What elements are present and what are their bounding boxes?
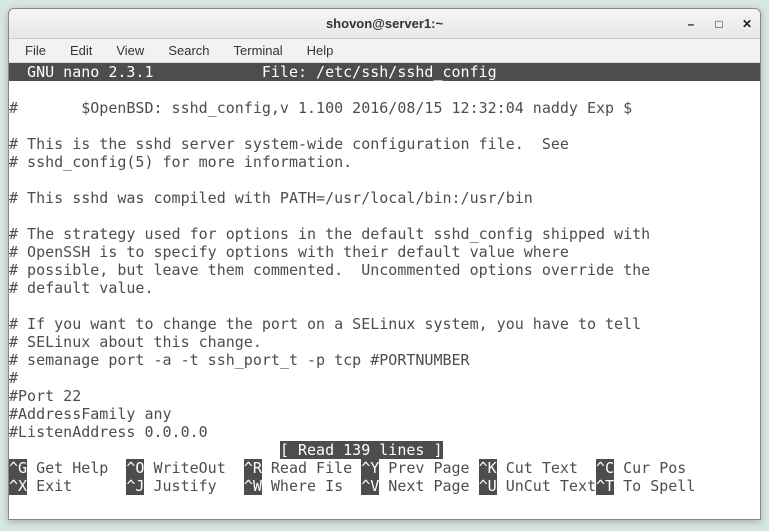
shortcut-label: Cut Text [497,459,596,477]
shortcut-key: ^G [9,459,27,477]
shortcut-label: Get Help [27,459,126,477]
file-content: # $OpenBSD: sshd_config,v 1.100 2016/08/… [9,81,760,441]
shortcut-label: Prev Page [379,459,478,477]
nano-header: GNU nano 2.3.1 File: /etc/ssh/sshd_confi… [9,63,760,81]
shortcut-label: Justify [144,477,243,495]
titlebar[interactable]: shovon@server1:~ – □ ✕ [9,9,760,39]
shortcut-label: WriteOut [144,459,243,477]
close-icon[interactable]: ✕ [740,17,754,31]
shortcut-key: ^O [126,459,144,477]
status-line: [ Read 139 lines ] [9,441,760,459]
shortcut-key: ^T [596,477,614,495]
shortcut-key: ^X [9,477,27,495]
shortcut-key: ^W [244,477,262,495]
terminal-window: shovon@server1:~ – □ ✕ File Edit View Se… [8,8,761,520]
shortcut-label: Cur Pos [614,459,686,477]
shortcut-key: ^C [596,459,614,477]
shortcut-label: To Spell [614,477,695,495]
nano-header-pad [497,63,759,81]
menu-edit[interactable]: Edit [60,41,102,60]
shortcut-key: ^K [479,459,497,477]
menu-terminal[interactable]: Terminal [224,41,293,60]
minimize-icon[interactable]: – [684,17,698,31]
shortcut-row-1: ^G Get Help ^O WriteOut ^R Read File ^Y … [9,459,760,477]
menu-search[interactable]: Search [158,41,219,60]
menubar: File Edit View Search Terminal Help [9,39,760,63]
window-title: shovon@server1:~ [326,16,443,31]
shortcut-key: ^V [361,477,379,495]
shortcut-key: ^Y [361,459,379,477]
shortcut-label: Exit [27,477,126,495]
shortcut-key: ^R [244,459,262,477]
menu-help[interactable]: Help [297,41,344,60]
nano-file-label: File: /etc/ssh/sshd_config [262,63,497,81]
terminal-output[interactable]: GNU nano 2.3.1 File: /etc/ssh/sshd_confi… [9,63,760,519]
menu-file[interactable]: File [15,41,56,60]
status-message: [ Read 139 lines ] [280,441,443,459]
window-controls: – □ ✕ [684,17,754,31]
shortcut-label: Read File [262,459,361,477]
nano-version: GNU nano 2.3.1 [9,63,262,81]
shortcut-label: Where Is [262,477,361,495]
menu-view[interactable]: View [106,41,154,60]
shortcut-row-2: ^X Exit ^J Justify ^W Where Is ^V Next P… [9,477,760,495]
shortcut-key: ^U [479,477,497,495]
shortcut-key: ^J [126,477,144,495]
maximize-icon[interactable]: □ [712,17,726,31]
shortcut-label: Next Page [379,477,478,495]
shortcut-label: UnCut Text [497,477,596,495]
